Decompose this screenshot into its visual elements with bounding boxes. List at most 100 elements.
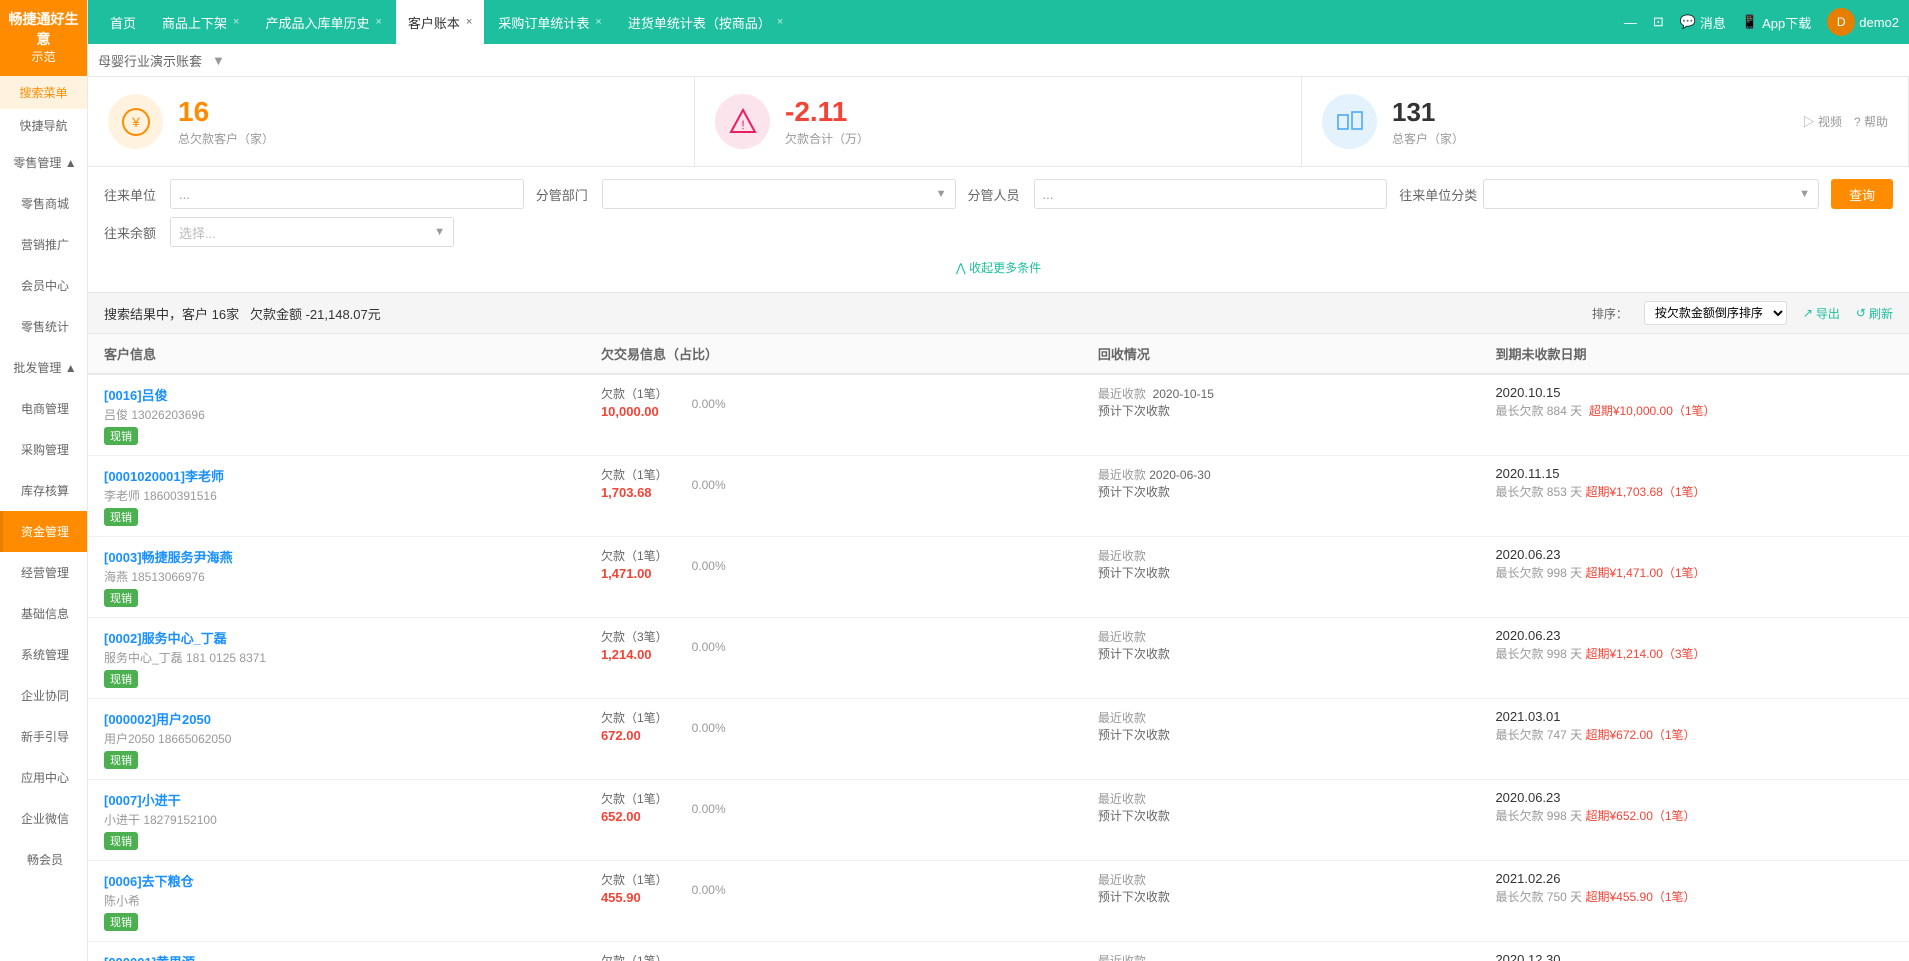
due-info-3: 2020.06.23 最长欠款 998 天 超期¥1,214.00（3笔）	[1495, 628, 1893, 662]
customer-name-1[interactable]: [0001020001]李老师	[104, 466, 601, 485]
maximize-btn[interactable]: ⊡	[1653, 14, 1664, 30]
customer-tag-6: 现销	[104, 913, 138, 931]
customers-icon	[1322, 94, 1377, 149]
sidebar-item-batch-mgmt[interactable]: 批发管理 ▲	[0, 347, 87, 388]
debt-amount-2[interactable]: 1,471.00	[601, 566, 668, 581]
sidebar-item-quick-nav[interactable]: 快捷导航	[0, 109, 87, 142]
close-tab-customer-account[interactable]: ×	[466, 16, 472, 28]
company-dropdown-icon[interactable]: ▼	[212, 53, 225, 68]
person-input[interactable]: ...	[1034, 179, 1388, 209]
overdue-link-4[interactable]: 超期¥672.00（1笔）	[1585, 728, 1695, 742]
collapse-row: ⋀ 收起更多条件	[104, 255, 1893, 280]
export-icon: ↗	[1803, 306, 1813, 320]
app-download-btn[interactable]: 📱 App下载	[1742, 13, 1811, 32]
debt-amount-6[interactable]: 455.90	[601, 890, 668, 905]
help-btn[interactable]: ? 帮助	[1854, 113, 1888, 130]
minimize-btn[interactable]: —	[1624, 15, 1637, 30]
collapse-button[interactable]: ⋀ 收起更多条件	[956, 259, 1041, 276]
debt-amount-1[interactable]: 1,703.68	[601, 485, 668, 500]
sidebar-item-guide[interactable]: 新手引导	[0, 716, 87, 757]
sidebar-search[interactable]: 搜索菜单	[0, 76, 87, 109]
col-header-recovery: 回收情况	[1098, 344, 1496, 363]
sidebar-item-retail-stats[interactable]: 零售统计	[0, 306, 87, 347]
overdue-link-2[interactable]: 超期¥1,471.00（1笔）	[1585, 566, 1705, 580]
message-btn[interactable]: 💬 消息	[1680, 13, 1726, 32]
recovery-info-4: 最近收款 预计下次收款	[1098, 709, 1496, 743]
customer-name-3[interactable]: [0002]服务中心_丁磊	[104, 628, 601, 647]
sidebar-logo[interactable]: 畅捷通好生意 示范	[0, 0, 87, 76]
overdue-link-0[interactable]: 超期¥10,000.00（1笔）	[1589, 404, 1716, 418]
sidebar-item-retail-mgmt[interactable]: 零售管理 ▲	[0, 142, 87, 183]
debt-count-1: 欠款（1笔）	[601, 466, 668, 483]
customer-name-5[interactable]: [0007]小进干	[104, 790, 601, 809]
page-content: ¥ 16 总欠款客户（家） !	[88, 77, 1909, 961]
sidebar-item-member[interactable]: 会员中心	[0, 265, 87, 306]
customer-name-2[interactable]: [0003]畅捷服务尹海燕	[104, 547, 601, 566]
customer-name-6[interactable]: [0006]去下粮仓	[104, 871, 601, 890]
unit-type-select[interactable]: ▼	[1483, 179, 1819, 209]
sidebar-item-operations[interactable]: 经营管理	[0, 552, 87, 593]
sort-select[interactable]: 按欠款金额倒序排序	[1644, 301, 1787, 325]
tab-product-off[interactable]: 商品上下架×	[150, 0, 251, 44]
sidebar-item-basic-info[interactable]: 基础信息	[0, 593, 87, 634]
sidebar-item-purchase[interactable]: 采购管理	[0, 429, 87, 470]
recovery-info-1: 最近收款 2020-06-30 预计下次收款	[1098, 466, 1496, 500]
customer-name-7[interactable]: [000001]黄思源	[104, 952, 601, 961]
customer-info-2: [0003]畅捷服务尹海燕 海燕 18513066976 现销	[104, 547, 601, 607]
tab-home[interactable]: 首页	[98, 0, 148, 44]
sidebar-item-app-center[interactable]: 应用中心	[0, 757, 87, 798]
svg-text:!: !	[741, 118, 744, 132]
debt-amount-4[interactable]: 672.00	[601, 728, 668, 743]
top-header: 首页 商品上下架× 产成品入库单历史× 客户账本× 采购订单统计表× 进货单统计…	[88, 0, 1909, 44]
close-tab-product-history[interactable]: ×	[375, 16, 381, 28]
search-button[interactable]: 查询	[1831, 179, 1893, 209]
filter-area: 往来单位 ... 分管部门 ▼ 分管人员	[88, 167, 1909, 293]
sidebar-item-system[interactable]: 系统管理	[0, 634, 87, 675]
from-unit-input[interactable]: ...	[170, 179, 524, 209]
close-tab-product-off[interactable]: ×	[233, 16, 239, 28]
overdue-link-1[interactable]: 超期¥1,703.68（1笔）	[1585, 485, 1705, 499]
sidebar-item-inventory[interactable]: 库存核算	[0, 470, 87, 511]
customer-name-4[interactable]: [000002]用户2050	[104, 709, 601, 728]
sidebar-item-marketing[interactable]: 营销推广	[0, 224, 87, 265]
sort-label: 排序：	[1592, 305, 1628, 322]
debt-amount-3[interactable]: 1,214.00	[601, 647, 668, 662]
recovery-info-0: 最近收款 2020-10-15 预计下次收款	[1098, 385, 1496, 419]
tab-product-history[interactable]: 产成品入库单历史×	[253, 0, 393, 44]
col-header-due: 到期未收款日期	[1495, 344, 1893, 363]
tab-purchase-order[interactable]: 采购订单统计表×	[486, 0, 613, 44]
username-label: demo2	[1859, 15, 1899, 30]
overdue-label: 总欠款客户（家）	[178, 130, 274, 147]
customer-tag-1: 现销	[104, 508, 138, 526]
user-avatar-btn[interactable]: D demo2	[1827, 8, 1899, 36]
refresh-button[interactable]: ↺ 刷新	[1856, 305, 1893, 322]
due-info-7: 2020.12.30 最长欠款 808 天 超期¥429.00（1笔）	[1495, 952, 1893, 961]
export-button[interactable]: ↗ 导出	[1803, 305, 1840, 322]
debt-amount-5[interactable]: 652.00	[601, 809, 668, 824]
avatar: D	[1827, 8, 1855, 36]
tab-customer-account[interactable]: 客户账本×	[396, 0, 484, 44]
customer-info-4: [000002]用户2050 用户2050 18665062050 现销	[104, 709, 601, 769]
due-info-2: 2020.06.23 最长欠款 998 天 超期¥1,471.00（1笔）	[1495, 547, 1893, 581]
tab-import-stats[interactable]: 进货单统计表（按商品）×	[616, 0, 795, 44]
from-unit-label: 往来单位	[104, 185, 164, 204]
customer-sub-4: 用户2050 18665062050	[104, 730, 601, 747]
balance-select[interactable]: 选择... ▼	[170, 217, 454, 247]
customer-name-0[interactable]: [0016]吕俊	[104, 385, 601, 404]
dept-select[interactable]: ▼	[602, 179, 956, 209]
close-tab-import-stats[interactable]: ×	[777, 16, 783, 28]
sidebar-item-wechat[interactable]: 企业微信	[0, 798, 87, 839]
recovery-info-2: 最近收款 预计下次收款	[1098, 547, 1496, 581]
overdue-link-5[interactable]: 超期¥652.00（1笔）	[1585, 809, 1695, 823]
sidebar-item-ecommerce[interactable]: 电商管理	[0, 388, 87, 429]
sidebar-item-enterprise[interactable]: 企业协同	[0, 675, 87, 716]
video-btn[interactable]: ▷ 视频	[1803, 113, 1842, 130]
debt-amount-0[interactable]: 10,000.00	[601, 404, 668, 419]
overdue-link-3[interactable]: 超期¥1,214.00（3笔）	[1585, 647, 1705, 661]
close-tab-purchase-order[interactable]: ×	[595, 16, 601, 28]
sidebar-item-finance[interactable]: 资金管理	[0, 511, 87, 552]
sidebar-item-membership[interactable]: 畅会员	[0, 839, 87, 880]
sidebar-item-retail-mall[interactable]: 零售商城	[0, 183, 87, 224]
col-header-customer: 客户信息	[104, 344, 601, 363]
overdue-link-6[interactable]: 超期¥455.90（1笔）	[1585, 890, 1695, 904]
